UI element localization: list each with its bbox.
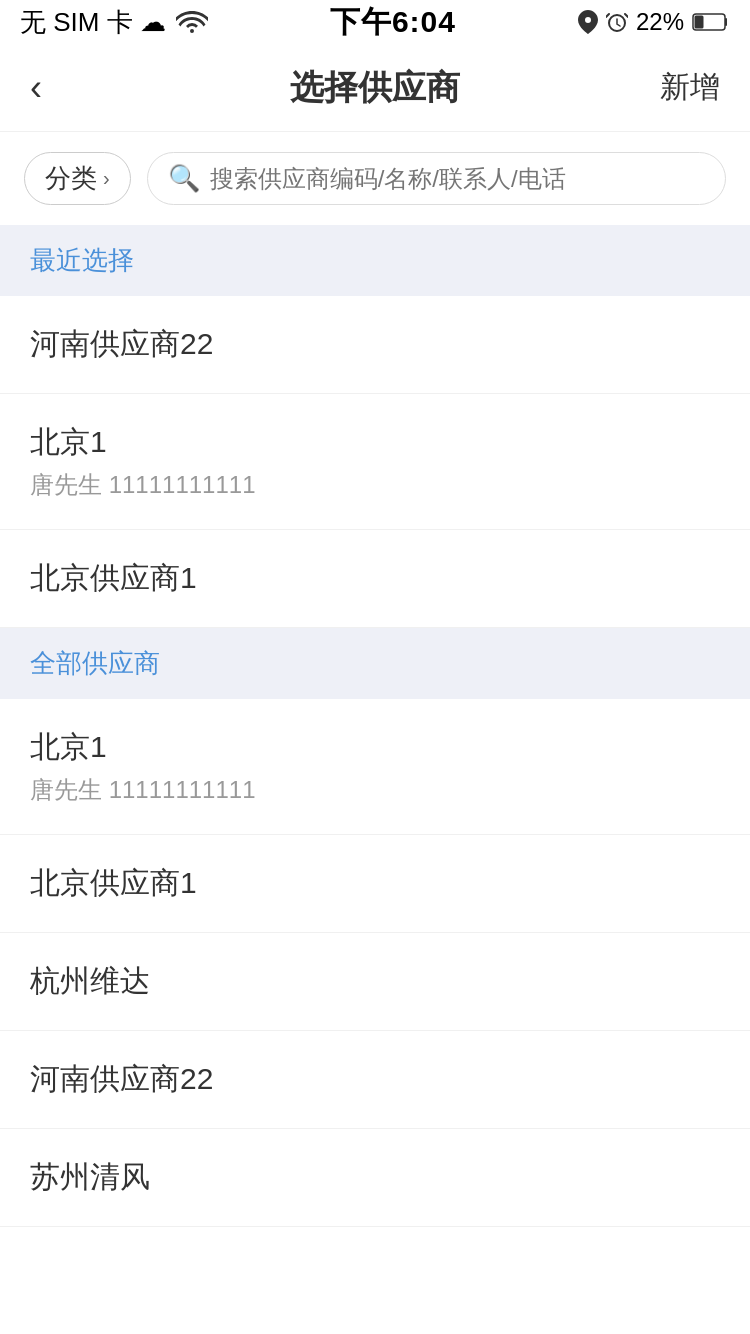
item-sub: 唐先生 11111111111 bbox=[30, 469, 720, 501]
status-right: 22% bbox=[578, 8, 730, 36]
sim-status: 无 SIM 卡 ☁ bbox=[20, 5, 166, 40]
list-item[interactable]: 苏州清风 bbox=[0, 1129, 750, 1227]
list-item[interactable]: 北京供应商1 bbox=[0, 835, 750, 933]
all-list: 北京1 唐先生 11111111111 北京供应商1 杭州维达河南供应商22 苏州清风 bbox=[0, 699, 750, 1227]
list-item[interactable]: 北京1 唐先生 11111111111 bbox=[0, 394, 750, 530]
item-name: 北京1 bbox=[30, 422, 720, 463]
all-section-label: 全部供应商 bbox=[30, 648, 160, 678]
item-name: 河南供应商22 bbox=[30, 324, 720, 365]
list-item[interactable]: 杭州维达 bbox=[0, 933, 750, 1031]
chevron-right-icon: › bbox=[103, 167, 110, 190]
battery-percent: 22% bbox=[636, 8, 684, 36]
recent-section-label: 最近选择 bbox=[30, 245, 134, 275]
status-time: 下午6:04 bbox=[330, 2, 456, 43]
item-name: 北京1 bbox=[30, 727, 720, 768]
category-label: 分类 bbox=[45, 161, 97, 196]
item-name: 北京供应商1 bbox=[30, 558, 720, 599]
location-icon bbox=[578, 10, 598, 34]
category-filter[interactable]: 分类 › bbox=[24, 152, 131, 205]
search-box: 🔍 bbox=[147, 152, 726, 205]
alarm-icon bbox=[606, 10, 628, 34]
all-section-header: 全部供应商 bbox=[0, 628, 750, 699]
search-icon: 🔍 bbox=[168, 163, 200, 194]
nav-bar: ‹ 选择供应商 新增 bbox=[0, 44, 750, 132]
recent-list: 河南供应商22 北京1 唐先生 11111111111 北京供应商1 bbox=[0, 296, 750, 628]
list-item[interactable]: 北京供应商1 bbox=[0, 530, 750, 628]
list-item[interactable]: 河南供应商22 bbox=[0, 1031, 750, 1129]
list-item[interactable]: 北京1 唐先生 11111111111 bbox=[0, 699, 750, 835]
wifi-icon bbox=[176, 11, 208, 33]
status-left: 无 SIM 卡 ☁ bbox=[20, 5, 208, 40]
filter-bar: 分类 › 🔍 bbox=[0, 132, 750, 225]
item-name: 河南供应商22 bbox=[30, 1059, 720, 1100]
battery-icon bbox=[692, 12, 730, 32]
search-input[interactable] bbox=[210, 165, 705, 193]
status-bar: 无 SIM 卡 ☁ 下午6:04 22% bbox=[0, 0, 750, 44]
recent-section-header: 最近选择 bbox=[0, 225, 750, 296]
add-button[interactable]: 新增 bbox=[660, 67, 720, 108]
back-button[interactable]: ‹ bbox=[30, 67, 90, 109]
item-name: 杭州维达 bbox=[30, 961, 720, 1002]
page-title: 选择供应商 bbox=[90, 65, 660, 111]
item-name: 苏州清风 bbox=[30, 1157, 720, 1198]
item-sub: 唐先生 11111111111 bbox=[30, 774, 720, 806]
item-name: 北京供应商1 bbox=[30, 863, 720, 904]
list-item[interactable]: 河南供应商22 bbox=[0, 296, 750, 394]
svg-rect-2 bbox=[695, 16, 704, 29]
